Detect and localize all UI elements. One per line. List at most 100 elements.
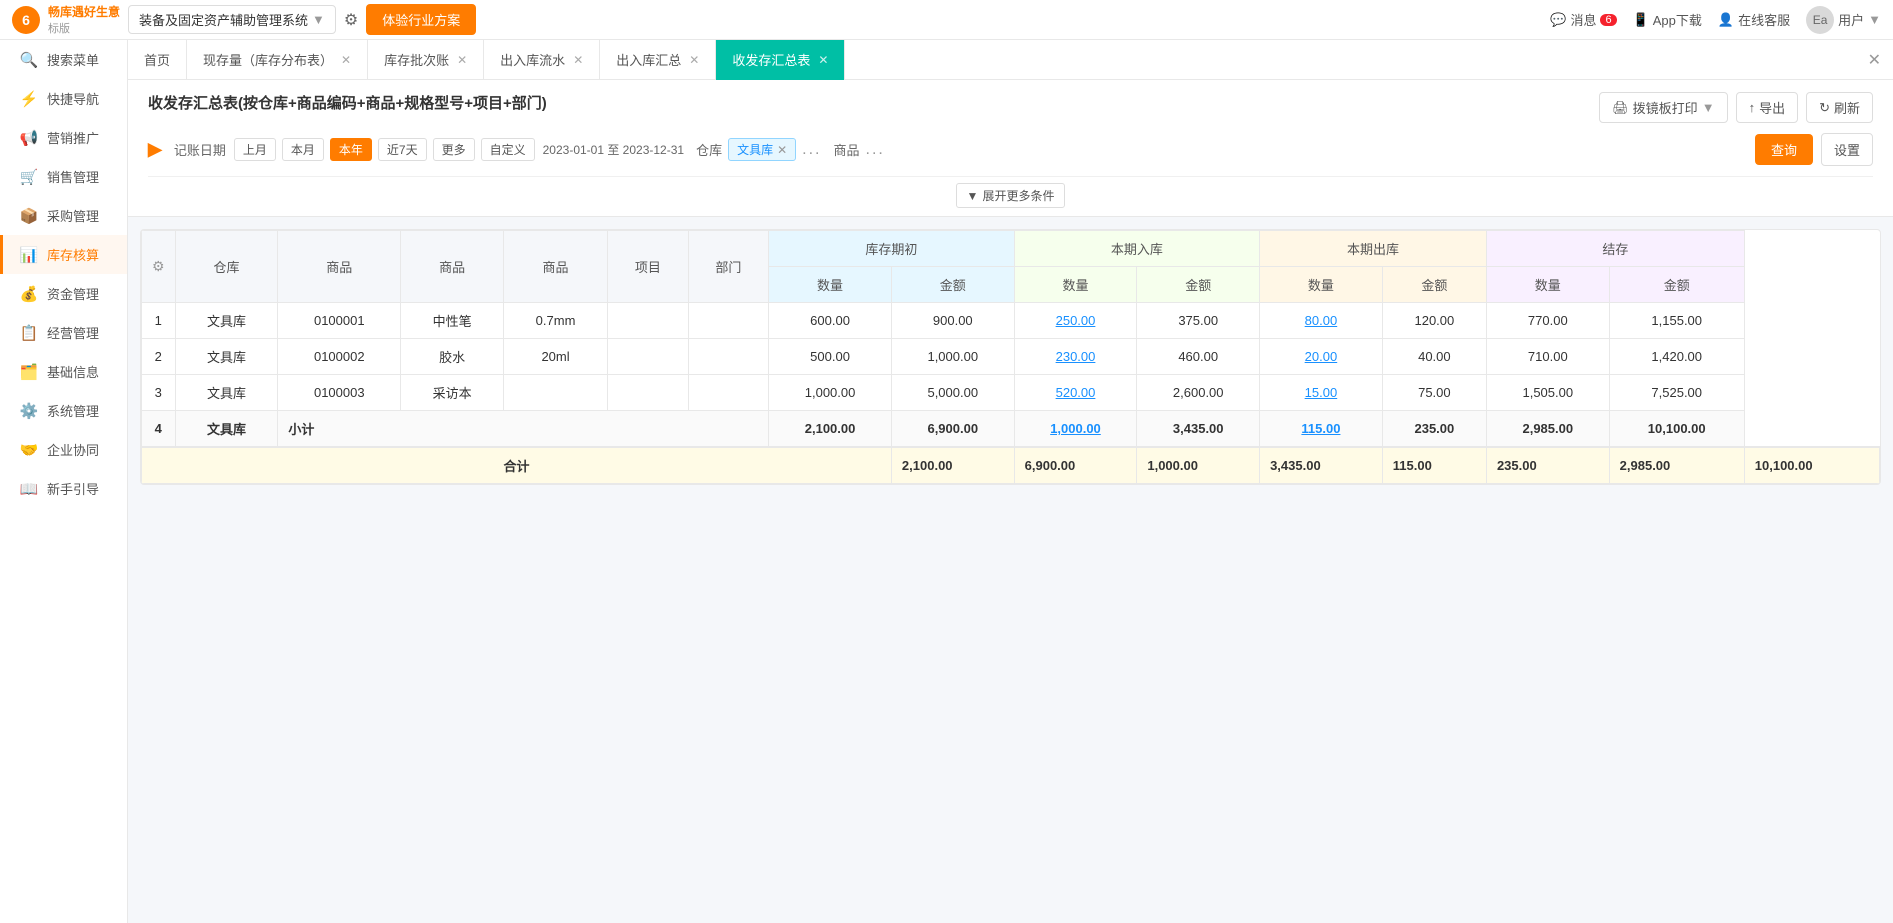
user-chevron-icon: ▼ xyxy=(1868,12,1881,27)
tab-close-batch-ledger[interactable]: ✕ xyxy=(457,53,467,67)
date-filter-label: 记账日期 xyxy=(174,140,226,159)
sidebar-item-label: 企业协同 xyxy=(47,440,99,459)
sidebar-item-operations[interactable]: 📋 经营管理 xyxy=(0,313,127,352)
print-chevron-icon: ▼ xyxy=(1702,100,1715,115)
filter-bar: ▶ 记账日期 上月 本月 本年 近7天 更多 自定义 2023-0 xyxy=(148,123,1873,176)
filter-expand-arrow[interactable]: ▶ xyxy=(148,139,162,160)
row2-goods-code: 0100002 xyxy=(278,339,401,375)
row3-out-qty[interactable]: 15.00 xyxy=(1260,375,1383,411)
th-goods-name: 商品 xyxy=(401,231,504,303)
table-row: 2 文具库 0100002 胶水 20ml 500.00 1,000.00 23… xyxy=(142,339,1880,375)
tab-receive-summary[interactable]: 收发存汇总表 ✕ xyxy=(716,40,845,80)
sidebar-item-search[interactable]: 🔍 搜索菜单 xyxy=(0,40,127,79)
th-warehouse: 仓库 xyxy=(175,231,278,303)
export-icon: ↑ xyxy=(1749,100,1756,115)
th-in-group: 本期入库 xyxy=(1014,231,1259,267)
top-bar-left: 6 畅库遇好生意 标版 装备及固定资产辅助管理系统 ▼ ⚙ 体验行业方案 xyxy=(12,3,476,36)
gear-icon: ⚙️ xyxy=(19,402,39,420)
row1-opening-amt: 900.00 xyxy=(891,303,1014,339)
app-download-button[interactable]: 📱 App下载 xyxy=(1633,10,1702,29)
subtotal-no: 4 xyxy=(142,411,176,448)
tab-stock-dist[interactable]: 现存量（库存分布表） ✕ xyxy=(187,40,368,80)
tab-inout-flow[interactable]: 出入库流水 ✕ xyxy=(484,40,600,80)
sidebar-item-purchase[interactable]: 📦 采购管理 xyxy=(0,196,127,235)
sidebar-item-finance[interactable]: 💰 资金管理 xyxy=(0,274,127,313)
date-btn-custom[interactable]: 自定义 xyxy=(481,138,535,161)
row1-warehouse: 文具库 xyxy=(175,303,278,339)
date-btn-this-month[interactable]: 本月 xyxy=(282,138,324,161)
message-button[interactable]: 💬 消息 6 xyxy=(1550,10,1616,29)
print-button[interactable]: 🖨 拨镜板打印 ▼ xyxy=(1599,92,1727,123)
online-service-button[interactable]: 👤 在线客服 xyxy=(1718,10,1790,29)
system-name: 装备及固定资产辅助管理系统 xyxy=(139,10,308,29)
sidebar-item-sales[interactable]: 🛒 销售管理 xyxy=(0,157,127,196)
th-closing-amt: 金额 xyxy=(1609,267,1744,303)
tab-close-inout-summary[interactable]: ✕ xyxy=(689,53,699,67)
warehouse-more-btn[interactable]: ... xyxy=(802,141,821,159)
date-btn-this-year[interactable]: 本年 xyxy=(330,138,372,161)
row2-in-qty[interactable]: 230.00 xyxy=(1014,339,1137,375)
sidebar-item-label: 资金管理 xyxy=(47,284,99,303)
th-out-amt: 金额 xyxy=(1382,267,1486,303)
expand-more-button[interactable]: ▼ 展开更多条件 xyxy=(956,183,1066,208)
money-icon: 💰 xyxy=(19,285,39,303)
tab-inout-summary[interactable]: 出入库汇总 ✕ xyxy=(600,40,716,80)
service-icon: 👤 xyxy=(1718,12,1734,28)
row1-closing-amt: 1,155.00 xyxy=(1609,303,1744,339)
row1-out-qty[interactable]: 80.00 xyxy=(1260,303,1383,339)
total-in-amt: 3,435.00 xyxy=(1260,447,1383,484)
total-opening-amt: 6,900.00 xyxy=(1014,447,1137,484)
table-gear-icon[interactable]: ⚙ xyxy=(152,258,165,274)
top-bar-right: 💬 消息 6 📱 App下载 👤 在线客服 Ea 用户 ▼ xyxy=(1550,6,1881,34)
export-button[interactable]: ↑ 导出 xyxy=(1736,92,1799,123)
table-settings-header: ⚙ xyxy=(142,231,176,303)
search-icon: 🔍 xyxy=(19,51,39,69)
settings-gear-icon[interactable]: ⚙ xyxy=(344,10,358,30)
row1-in-qty[interactable]: 250.00 xyxy=(1014,303,1137,339)
query-button[interactable]: 查询 xyxy=(1755,134,1813,165)
system-selector[interactable]: 装备及固定资产辅助管理系统 ▼ xyxy=(128,5,336,34)
sidebar-item-quick-nav[interactable]: ⚡ 快捷导航 xyxy=(0,79,127,118)
sidebar-item-inventory[interactable]: 📊 库存核算 xyxy=(0,235,127,274)
tab-batch-ledger[interactable]: 库存批次账 ✕ xyxy=(368,40,484,80)
row2-project xyxy=(608,339,689,375)
main-area: 🔍 搜索菜单 ⚡ 快捷导航 📢 营销推广 🛒 销售管理 📦 采购管理 📊 xyxy=(0,40,1893,923)
subtotal-out-qty[interactable]: 115.00 xyxy=(1260,411,1383,448)
flash-icon: ⚡ xyxy=(19,90,39,108)
total-closing-qty: 2,985.00 xyxy=(1609,447,1744,484)
row3-goods-spec xyxy=(504,375,608,411)
th-department: 部门 xyxy=(688,231,769,303)
subtotal-closing-amt: 10,100.00 xyxy=(1609,411,1744,448)
brand-name: 畅库遇好生意 xyxy=(48,3,120,20)
user-area[interactable]: Ea 用户 ▼ xyxy=(1806,6,1881,34)
date-btn-7days[interactable]: 近7天 xyxy=(378,138,427,161)
settings-button[interactable]: 设置 xyxy=(1821,133,1873,166)
date-btn-last-month[interactable]: 上月 xyxy=(234,138,276,161)
row3-goods-code: 0100003 xyxy=(278,375,401,411)
tab-home[interactable]: 首页 xyxy=(128,40,187,80)
row1-goods-code: 0100001 xyxy=(278,303,401,339)
warehouse-tag[interactable]: 文具库 ✕ xyxy=(728,138,796,161)
sidebar-item-guide[interactable]: 📖 新手引导 xyxy=(0,469,127,508)
tab-global-close-button[interactable]: ✕ xyxy=(1856,50,1893,70)
refresh-button[interactable]: ↻ 刷新 xyxy=(1806,92,1873,123)
warehouse-tag-close-icon[interactable]: ✕ xyxy=(777,143,787,157)
tab-close-inout-flow[interactable]: ✕ xyxy=(573,53,583,67)
row1-goods-name: 中性笔 xyxy=(401,303,504,339)
subtotal-in-qty[interactable]: 1,000.00 xyxy=(1014,411,1137,448)
sidebar-item-marketing[interactable]: 📢 营销推广 xyxy=(0,118,127,157)
sidebar-item-system[interactable]: ⚙️ 系统管理 xyxy=(0,391,127,430)
row2-goods-name: 胶水 xyxy=(401,339,504,375)
marketing-icon: 📢 xyxy=(19,129,39,147)
chevron-down-icon: ▼ xyxy=(312,12,325,27)
row2-out-qty[interactable]: 20.00 xyxy=(1260,339,1383,375)
sidebar-item-enterprise[interactable]: 🤝 企业协同 xyxy=(0,430,127,469)
date-btn-more[interactable]: 更多 xyxy=(433,138,475,161)
chart-icon: 📊 xyxy=(19,246,39,264)
sidebar-item-basic-info[interactable]: 🗂️ 基础信息 xyxy=(0,352,127,391)
tab-close-receive-summary[interactable]: ✕ xyxy=(818,53,828,67)
goods-more-btn[interactable]: ... xyxy=(866,141,885,159)
try-button[interactable]: 体验行业方案 xyxy=(366,4,476,35)
tab-close-stock-dist[interactable]: ✕ xyxy=(341,53,351,67)
row3-in-qty[interactable]: 520.00 xyxy=(1014,375,1137,411)
